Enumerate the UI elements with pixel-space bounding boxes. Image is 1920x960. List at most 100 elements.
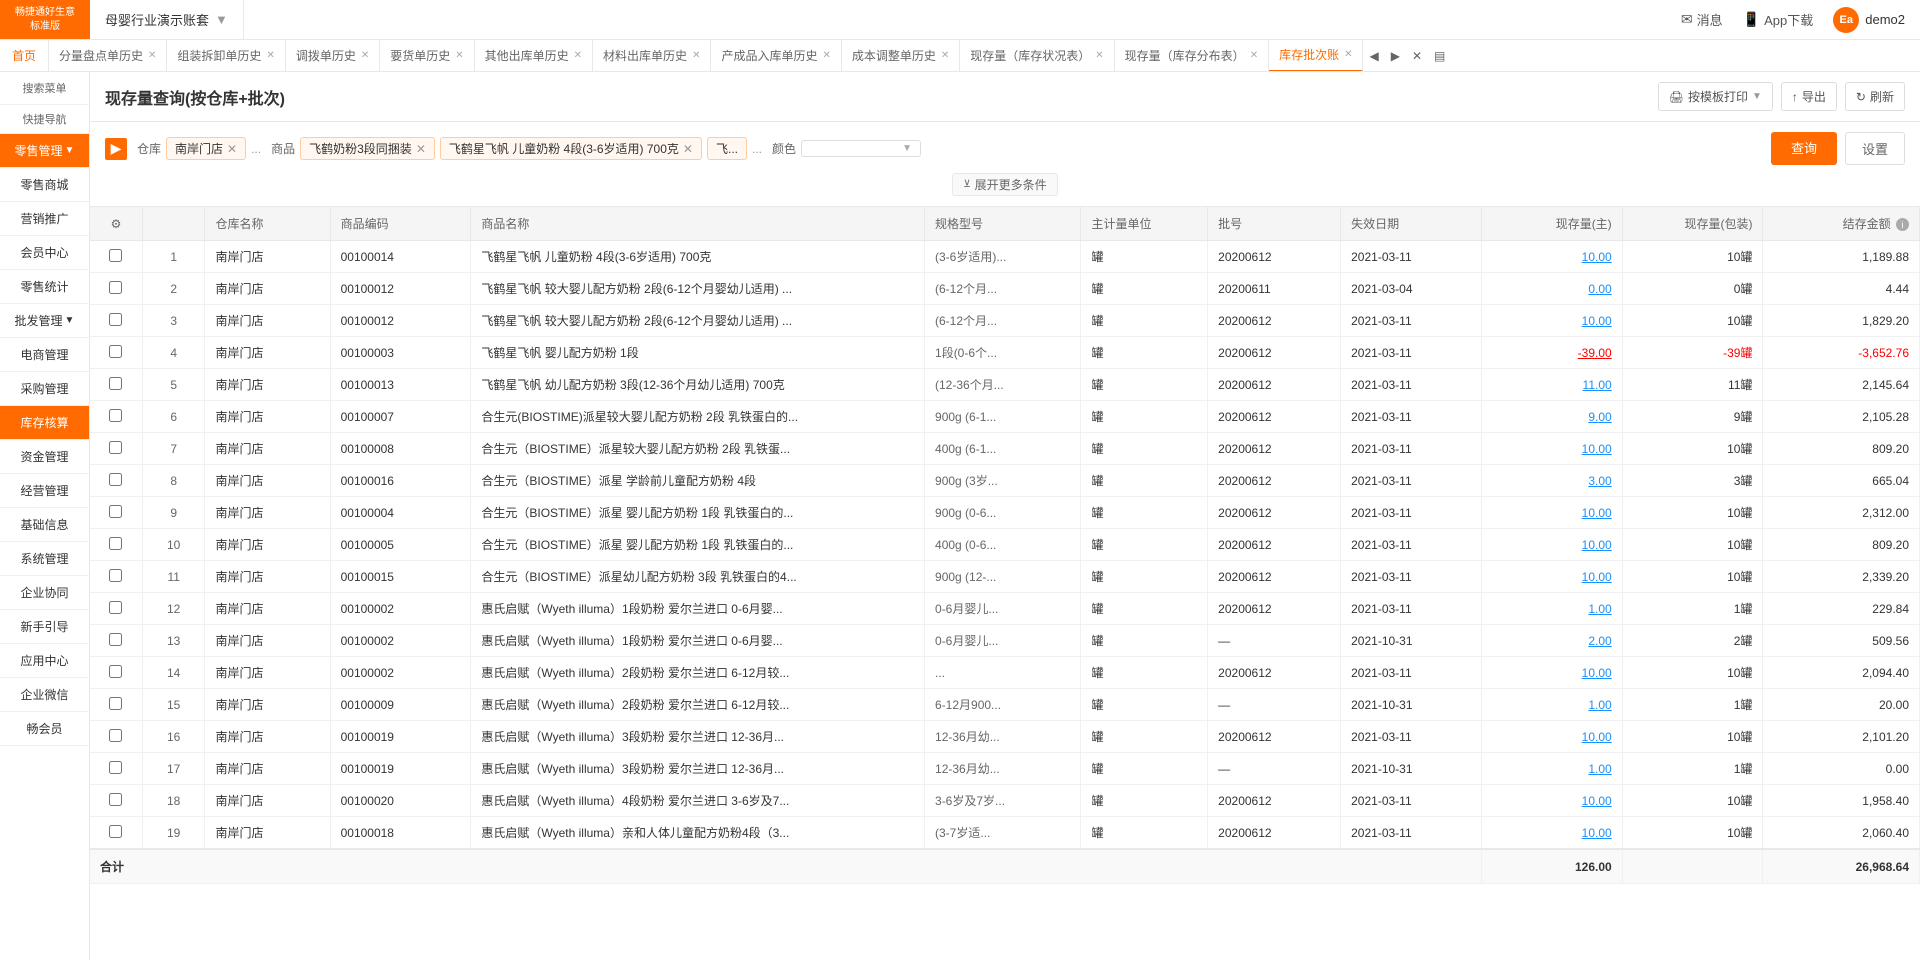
row-checkbox[interactable] <box>90 785 142 817</box>
row-stock-main[interactable]: 10.00 <box>1481 561 1622 593</box>
sidebar-item-guide[interactable]: 新手引导 <box>0 610 89 644</box>
tab-menu-icon[interactable]: ▤ <box>1428 40 1451 72</box>
sidebar-item-ecommerce[interactable]: 电商管理 <box>0 338 89 372</box>
tab-close-current[interactable]: ✕ <box>1406 40 1428 72</box>
row-checkbox[interactable] <box>90 561 142 593</box>
product-remove-icon-1[interactable]: ✕ <box>416 142 426 156</box>
close-icon[interactable]: ✕ <box>574 50 582 61</box>
expand-more-button[interactable]: ⊻ 展开更多条件 <box>952 173 1057 196</box>
tab-item[interactable]: 现存量（库存分布表） ✕ <box>1115 40 1269 72</box>
warehouse-filter-tag[interactable]: 南岸门店 ✕ <box>166 137 246 160</box>
row-stock-main[interactable]: 1.00 <box>1481 689 1622 721</box>
product-more-dots[interactable]: ... <box>752 142 762 156</box>
row-checkbox[interactable] <box>90 817 142 850</box>
sidebar-item-apps[interactable]: 应用中心 <box>0 644 89 678</box>
setting-icon[interactable]: ⚙ <box>111 217 122 231</box>
sidebar-item-wechat[interactable]: 企业微信 <box>0 678 89 712</box>
tab-item-active[interactable]: 库存批次账 ✕ <box>1269 40 1363 72</box>
sidebar-item-inventory[interactable]: 库存核算 <box>0 406 89 440</box>
refresh-button[interactable]: ↻ 刷新 <box>1845 82 1905 111</box>
messages-button[interactable]: ✉ 消息 <box>1681 10 1723 29</box>
row-stock-main[interactable]: 10.00 <box>1481 305 1622 337</box>
row-stock-main[interactable]: 10.00 <box>1481 785 1622 817</box>
row-checkbox[interactable] <box>90 689 142 721</box>
row-checkbox[interactable] <box>90 753 142 785</box>
tab-item[interactable]: 要货单历史 ✕ <box>380 40 474 72</box>
row-checkbox[interactable] <box>90 721 142 753</box>
row-stock-main[interactable]: 10.00 <box>1481 721 1622 753</box>
col-setting-header[interactable]: ⚙ <box>90 207 142 241</box>
product-tag-2[interactable]: 飞鹤星飞帆 儿童奶粉 4段(3-6岁适用) 700克 ✕ <box>440 137 702 160</box>
export-button[interactable]: ↑ 导出 <box>1781 82 1837 111</box>
close-icon[interactable]: ✕ <box>361 50 369 61</box>
close-icon[interactable]: ✕ <box>822 50 830 61</box>
info-icon[interactable]: i <box>1896 218 1909 231</box>
sidebar-item-retail-mgmt[interactable]: 零售管理 ▼ <box>0 134 89 168</box>
row-stock-main[interactable]: -39.00 <box>1481 337 1622 369</box>
sidebar-item-vip[interactable]: 畅会员 <box>0 712 89 746</box>
close-icon[interactable]: ✕ <box>692 50 700 61</box>
sidebar-item-operations[interactable]: 经营管理 <box>0 474 89 508</box>
industry-selector[interactable]: 母婴行业演示账套 ▼ <box>90 0 244 39</box>
row-checkbox[interactable] <box>90 305 142 337</box>
close-icon[interactable]: ✕ <box>1344 49 1352 60</box>
tab-item[interactable]: 成本调整单历史 ✕ <box>842 40 960 72</box>
row-checkbox[interactable] <box>90 497 142 529</box>
product-remove-icon-2[interactable]: ✕ <box>683 142 693 156</box>
sidebar-item-retail-stats[interactable]: 零售统计 <box>0 270 89 304</box>
row-stock-main[interactable]: 11.00 <box>1481 369 1622 401</box>
sidebar-item-finance[interactable]: 资金管理 <box>0 440 89 474</box>
row-checkbox[interactable] <box>90 625 142 657</box>
row-checkbox[interactable] <box>90 593 142 625</box>
sidebar-search[interactable]: 搜索菜单 <box>0 72 89 105</box>
filter-expand-button[interactable]: ▶ <box>105 138 127 160</box>
tab-item[interactable]: 材料出库单历史 ✕ <box>593 40 711 72</box>
tab-nav-prev[interactable]: ◀ <box>1363 40 1384 72</box>
tab-item[interactable]: 分量盘点单历史 ✕ <box>49 40 167 72</box>
row-stock-main[interactable]: 0.00 <box>1481 273 1622 305</box>
row-checkbox[interactable] <box>90 433 142 465</box>
row-checkbox[interactable] <box>90 369 142 401</box>
tab-nav-next[interactable]: ▶ <box>1385 40 1406 72</box>
row-checkbox[interactable] <box>90 337 142 369</box>
table-container[interactable]: ⚙ 仓库名称 商品编码 商品名称 <box>90 207 1920 960</box>
tab-item[interactable]: 现存量（库存状况表） ✕ <box>960 40 1114 72</box>
row-checkbox[interactable] <box>90 465 142 497</box>
tab-item[interactable]: 产成品入库单历史 ✕ <box>711 40 841 72</box>
row-stock-main[interactable]: 9.00 <box>1481 401 1622 433</box>
color-filter-input[interactable]: ▼ <box>801 140 921 157</box>
row-checkbox[interactable] <box>90 241 142 273</box>
row-checkbox[interactable] <box>90 657 142 689</box>
sidebar-item-wholesale[interactable]: 批发管理 ▼ <box>0 304 89 338</box>
product-tag-3[interactable]: 飞... <box>707 137 747 160</box>
row-stock-main[interactable]: 1.00 <box>1481 753 1622 785</box>
tab-item[interactable]: 调拨单历史 ✕ <box>286 40 380 72</box>
user-avatar[interactable]: Ea demo2 <box>1833 7 1905 33</box>
tab-item[interactable]: 其他出库单历史 ✕ <box>475 40 593 72</box>
close-icon[interactable]: ✕ <box>266 50 274 61</box>
row-stock-main[interactable]: 10.00 <box>1481 241 1622 273</box>
row-stock-main[interactable]: 10.00 <box>1481 817 1622 850</box>
close-icon[interactable]: ✕ <box>455 50 463 61</box>
sidebar-item-system[interactable]: 系统管理 <box>0 542 89 576</box>
tab-item[interactable]: 组装拆卸单历史 ✕ <box>167 40 285 72</box>
row-stock-main[interactable]: 2.00 <box>1481 625 1622 657</box>
settings-button[interactable]: 设置 <box>1845 132 1905 165</box>
tab-home[interactable]: 首页 <box>0 40 49 72</box>
sidebar-item-basic-info[interactable]: 基础信息 <box>0 508 89 542</box>
sidebar-item-members[interactable]: 会员中心 <box>0 236 89 270</box>
close-icon[interactable]: ✕ <box>148 50 156 61</box>
row-stock-main[interactable]: 1.00 <box>1481 593 1622 625</box>
row-checkbox[interactable] <box>90 273 142 305</box>
sidebar-item-marketing[interactable]: 营销推广 <box>0 202 89 236</box>
row-checkbox[interactable] <box>90 401 142 433</box>
query-button[interactable]: 查询 <box>1771 132 1837 165</box>
sidebar-item-enterprise[interactable]: 企业协同 <box>0 576 89 610</box>
row-stock-main[interactable]: 10.00 <box>1481 433 1622 465</box>
row-stock-main[interactable]: 10.00 <box>1481 657 1622 689</box>
close-icon[interactable]: ✕ <box>1250 50 1258 61</box>
sidebar-item-retail-store[interactable]: 零售商城 <box>0 168 89 202</box>
row-stock-main[interactable]: 3.00 <box>1481 465 1622 497</box>
warehouse-more-dots[interactable]: ... <box>251 142 261 156</box>
product-tag-1[interactable]: 飞鹤奶粉3段同捆装 ✕ <box>300 137 435 160</box>
